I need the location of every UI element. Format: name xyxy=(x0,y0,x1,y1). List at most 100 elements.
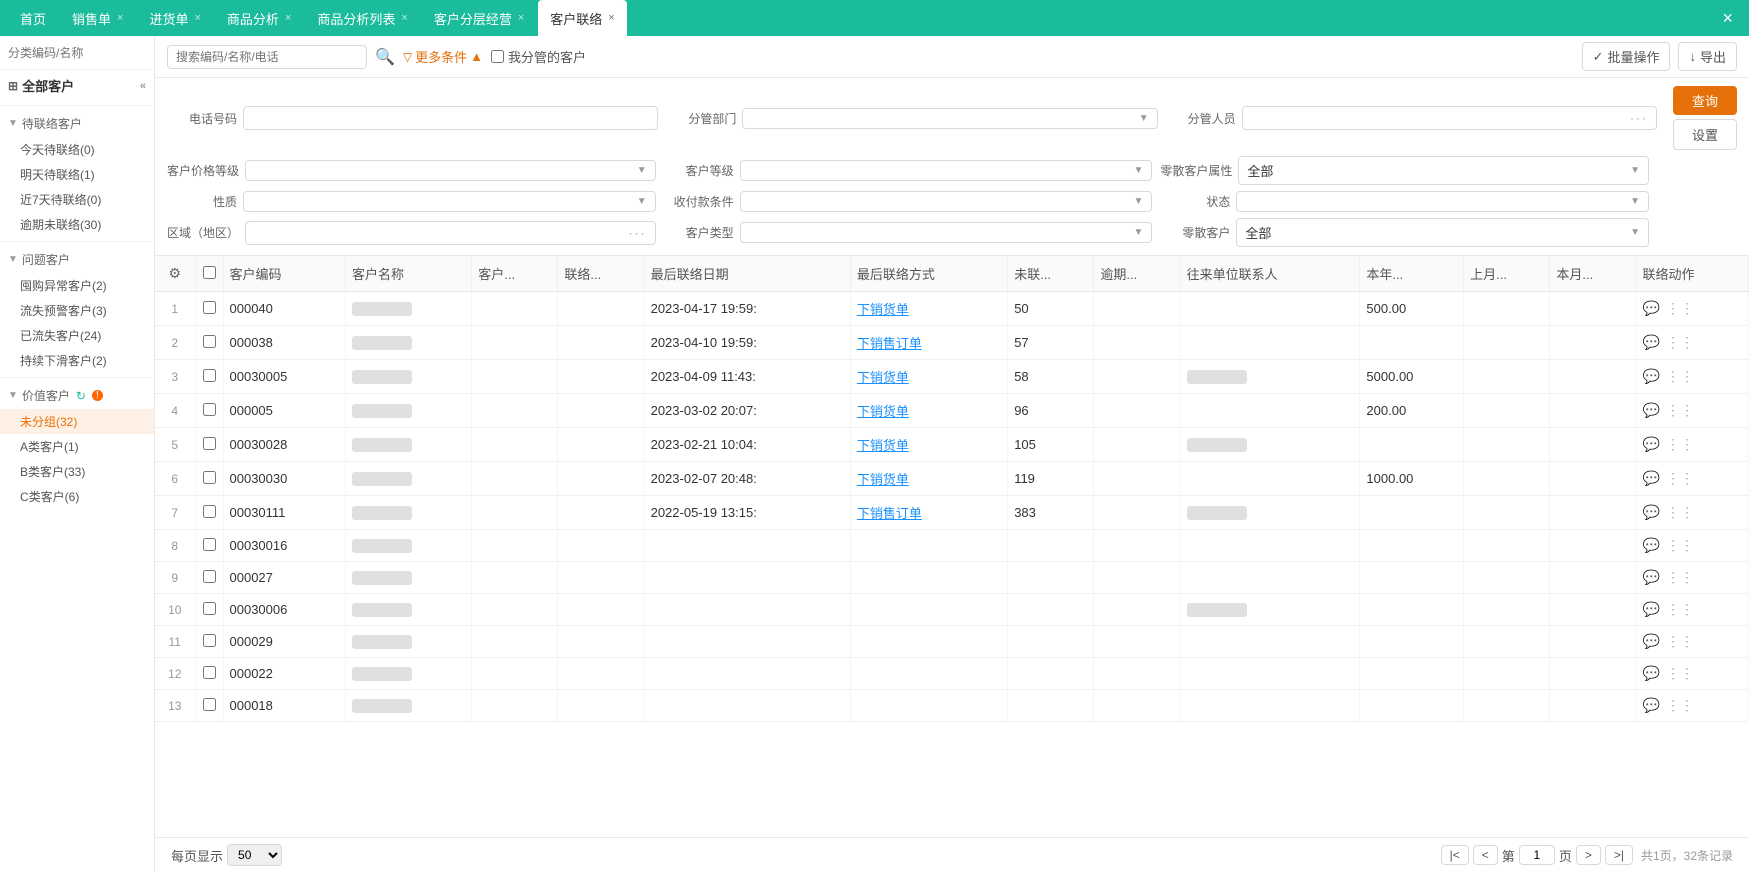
sidebar-item-today-pending[interactable]: 今天待联络(0) xyxy=(0,137,154,162)
nav-tab-客户分层经营[interactable]: 客户分层经营 × xyxy=(422,0,536,36)
more-actions-icon[interactable]: ⋮⋮ xyxy=(1666,368,1694,385)
sidebar-item-class-c[interactable]: C类客户(6) xyxy=(0,484,154,509)
row-checkbox-cell[interactable] xyxy=(195,562,223,594)
contact-way-link[interactable]: 下销货单 xyxy=(857,404,909,419)
price-grade-select[interactable]: ▼ xyxy=(245,160,656,181)
more-actions-icon[interactable]: ⋮⋮ xyxy=(1666,601,1694,618)
batch-ops-button[interactable]: ✓ 批量操作 xyxy=(1582,42,1671,71)
collapse-sidebar-icon[interactable]: « xyxy=(140,80,146,92)
row-checkbox[interactable] xyxy=(203,335,216,348)
main-search-input[interactable] xyxy=(167,45,367,69)
more-actions-icon[interactable]: ⋮⋮ xyxy=(1666,537,1694,554)
row-checkbox-cell[interactable] xyxy=(195,428,223,462)
sidebar-item-tomorrow-pending[interactable]: 明天待联络(1) xyxy=(0,162,154,187)
close-tab-进货单-icon[interactable]: × xyxy=(194,12,200,24)
row-checkbox[interactable] xyxy=(203,369,216,382)
last-page-button[interactable]: >| xyxy=(1605,845,1633,865)
more-actions-icon[interactable]: ⋮⋮ xyxy=(1666,504,1694,521)
nav-tab-进货单[interactable]: 进货单 × xyxy=(137,0,212,36)
message-icon[interactable]: 💬 xyxy=(1643,537,1660,554)
contact-way-link[interactable]: 下销货单 xyxy=(857,438,909,453)
row-checkbox-cell[interactable] xyxy=(195,496,223,530)
person-select[interactable]: ··· xyxy=(1242,106,1657,130)
sidebar-item-overdue-not-contacted[interactable]: 逾期未联络(30) xyxy=(0,212,154,237)
more-actions-icon[interactable]: ⋮⋮ xyxy=(1666,665,1694,682)
close-tab-客户分层经营-icon[interactable]: × xyxy=(518,12,524,24)
contact-way-link[interactable]: 下销货单 xyxy=(857,370,909,385)
message-icon[interactable]: 💬 xyxy=(1643,504,1660,521)
message-icon[interactable]: 💬 xyxy=(1643,402,1660,419)
row-checkbox-cell[interactable] xyxy=(195,594,223,626)
sidebar-item-class-a[interactable]: A类客户(1) xyxy=(0,434,154,459)
more-actions-icon[interactable]: ⋮⋮ xyxy=(1666,697,1694,714)
more-conditions-button[interactable]: ▽ 更多条件 ▲ xyxy=(403,47,483,66)
my-customers-checkbox-label[interactable]: 我分管的客户 xyxy=(491,47,586,66)
sidebar-all-customers[interactable]: ⊞ 全部客户 « xyxy=(0,70,154,101)
main-search-button[interactable]: 🔍 xyxy=(375,47,395,67)
th-settings[interactable]: ⚙ xyxy=(155,256,195,292)
message-icon[interactable]: 💬 xyxy=(1643,334,1660,351)
sidebar-group-待联络客户[interactable]: ▼ 待联络客户 xyxy=(0,110,154,137)
region-select[interactable]: ··· xyxy=(245,221,656,245)
sidebar-item-churn-warning[interactable]: 流失预警客户(3) xyxy=(0,298,154,323)
message-icon[interactable]: 💬 xyxy=(1643,633,1660,650)
more-actions-icon[interactable]: ⋮⋮ xyxy=(1666,470,1694,487)
row-checkbox-cell[interactable] xyxy=(195,326,223,360)
sidebar-item-class-b[interactable]: B类客户(33) xyxy=(0,459,154,484)
row-checkbox-cell[interactable] xyxy=(195,462,223,496)
row-checkbox[interactable] xyxy=(203,666,216,679)
scatter-customer-select[interactable]: 全部 ▼ xyxy=(1236,218,1649,247)
more-actions-icon[interactable]: ⋮⋮ xyxy=(1666,569,1694,586)
sidebar-group-价值客户[interactable]: ▼ 价值客户 ↻ ! xyxy=(0,382,154,409)
customer-type-select[interactable]: ▼ xyxy=(740,222,1153,243)
row-checkbox[interactable] xyxy=(203,570,216,583)
nav-tab-销售单[interactable]: 销售单 × xyxy=(60,0,135,36)
contact-way-link[interactable]: 下销货单 xyxy=(857,302,909,317)
next-page-button[interactable]: > xyxy=(1576,845,1601,865)
contact-way-link[interactable]: 下销售订单 xyxy=(857,336,922,351)
row-checkbox[interactable] xyxy=(203,698,216,711)
row-checkbox[interactable] xyxy=(203,505,216,518)
row-checkbox-cell[interactable] xyxy=(195,360,223,394)
more-actions-icon[interactable]: ⋮⋮ xyxy=(1666,402,1694,419)
more-actions-icon[interactable]: ⋮⋮ xyxy=(1666,633,1694,650)
message-icon[interactable]: 💬 xyxy=(1643,436,1660,453)
my-customers-checkbox[interactable] xyxy=(491,50,504,63)
nav-tab-客户联络[interactable]: 客户联络 × xyxy=(538,0,626,36)
status-select[interactable]: ▼ xyxy=(1236,191,1649,212)
sidebar-item-abnormal-hoarding[interactable]: 囤购异常客户(2) xyxy=(0,273,154,298)
sidebar-item-churned[interactable]: 已流失客户(24) xyxy=(0,323,154,348)
sidebar-item-7days-pending[interactable]: 近7天待联络(0) xyxy=(0,187,154,212)
contact-way-link[interactable]: 下销货单 xyxy=(857,472,909,487)
dept-select[interactable]: ▼ xyxy=(742,108,1157,129)
message-icon[interactable]: 💬 xyxy=(1643,470,1660,487)
row-checkbox-cell[interactable] xyxy=(195,658,223,690)
message-icon[interactable]: 💬 xyxy=(1643,665,1660,682)
nav-home[interactable]: 首页 xyxy=(8,0,58,36)
first-page-button[interactable]: |< xyxy=(1441,845,1469,865)
row-checkbox[interactable] xyxy=(203,602,216,615)
sidebar-item-ungrouped[interactable]: 未分组(32) xyxy=(0,409,154,434)
close-tab-商品分析-icon[interactable]: × xyxy=(285,12,291,24)
per-page-select[interactable]: 50 20 100 xyxy=(227,844,282,866)
row-checkbox-cell[interactable] xyxy=(195,394,223,428)
query-button[interactable]: 查询 xyxy=(1673,86,1737,115)
page-number-input[interactable] xyxy=(1519,845,1555,865)
refresh-icon[interactable]: ↻ xyxy=(76,389,86,403)
close-tab-商品分析列表-icon[interactable]: × xyxy=(401,12,407,24)
sidebar-search-input[interactable] xyxy=(8,46,155,60)
message-icon[interactable]: 💬 xyxy=(1643,569,1660,586)
message-icon[interactable]: 💬 xyxy=(1643,300,1660,317)
close-tab-客户联络-icon[interactable]: × xyxy=(608,12,614,24)
prev-page-button[interactable]: < xyxy=(1473,845,1498,865)
message-icon[interactable]: 💬 xyxy=(1643,368,1660,385)
row-checkbox-cell[interactable] xyxy=(195,292,223,326)
close-tab-销售单-icon[interactable]: × xyxy=(117,12,123,24)
contact-way-link[interactable]: 下销售订单 xyxy=(857,506,922,521)
row-checkbox-cell[interactable] xyxy=(195,626,223,658)
window-close-button[interactable]: × xyxy=(1714,8,1741,29)
customer-grade-select[interactable]: ▼ xyxy=(740,160,1153,181)
sidebar-item-declining[interactable]: 持续下滑客户(2) xyxy=(0,348,154,373)
message-icon[interactable]: 💬 xyxy=(1643,601,1660,618)
select-all-checkbox[interactable] xyxy=(203,266,216,279)
